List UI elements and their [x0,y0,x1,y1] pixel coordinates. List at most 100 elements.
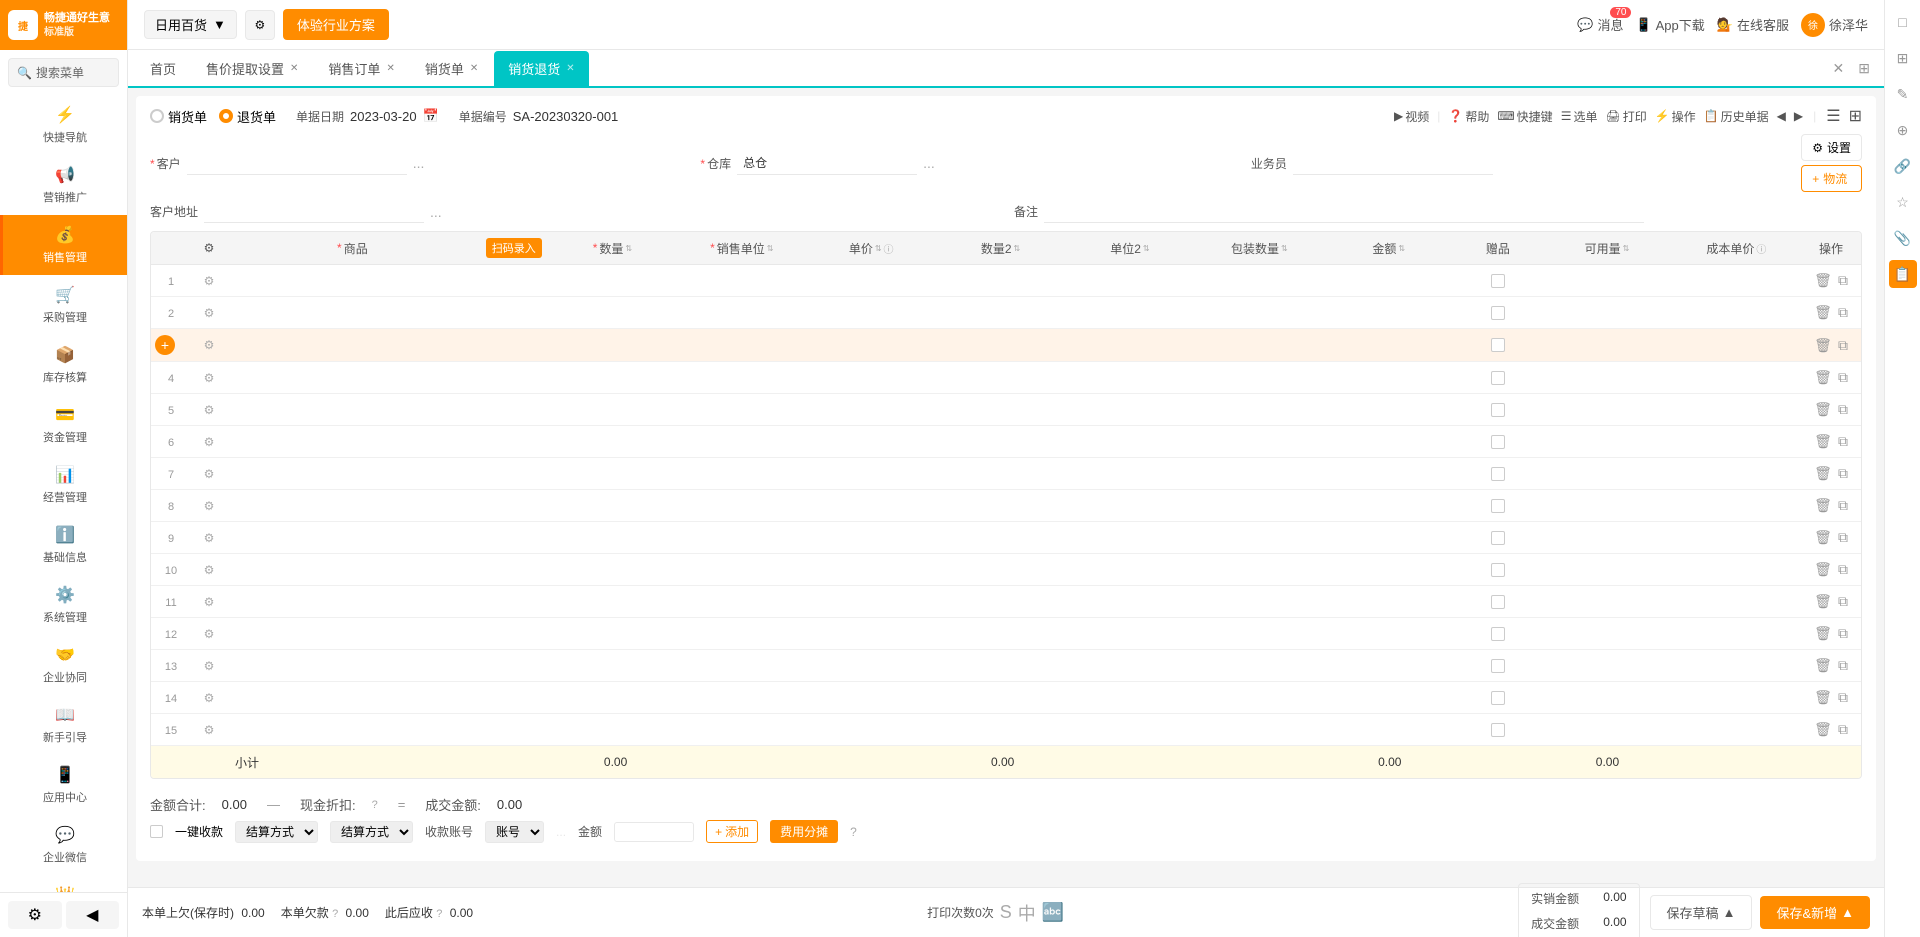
row-7-delete-icon[interactable]: 🗑 [1814,465,1832,482]
toolbar-settings-button[interactable]: ⚙ 设置 [1801,134,1862,161]
sidebar-item-system[interactable]: ⚙️ 系统管理 [0,575,127,635]
row-7-gift-checkbox[interactable] [1491,467,1505,481]
tab-close-price-settings[interactable]: ✕ [290,63,298,74]
sidebar-item-guide[interactable]: 📖 新手引导 [0,695,127,755]
price-help-icon[interactable]: ⓘ [884,241,894,256]
row-2-gift[interactable] [1453,300,1542,326]
tab-sales-return[interactable]: 销货退货 ✕ [494,51,588,86]
tab-sales-order[interactable]: 销售订单 ✕ [314,51,408,86]
row-1-unit[interactable] [677,266,806,296]
warehouse-input[interactable] [737,152,917,175]
row-1-product-input[interactable] [231,272,474,290]
sidebar-item-quick-nav[interactable]: ⚡ 快捷导航 [0,95,127,155]
row-1-unit2[interactable] [1065,266,1194,296]
row-6-delete-icon[interactable]: 🗑 [1814,433,1832,450]
sidebar-item-basic-info[interactable]: ℹ️ 基础信息 [0,515,127,575]
amount-sort-icon[interactable]: ⇅ [1398,244,1405,253]
sidebar-settings-btn[interactable]: ⚙ [8,901,62,929]
tab-home[interactable]: 首页 [136,51,190,86]
unit2-sort-icon[interactable]: ⇅ [1143,244,1150,253]
pack-sort-icon[interactable]: ⇅ [1281,244,1288,253]
row-5-delete-icon[interactable]: 🗑 [1814,401,1832,418]
row-8-gift-checkbox[interactable] [1491,499,1505,513]
row-2-unit[interactable] [677,307,806,319]
user-menu[interactable]: 徐 徐泽华 [1801,13,1868,37]
row-10-gift-checkbox[interactable] [1491,563,1505,577]
calendar-icon[interactable]: 📅 [423,108,439,124]
unit-sort-icon[interactable]: ⇅ [767,244,774,253]
sidebar-item-inventory[interactable]: 📦 库存核算 [0,335,127,395]
warehouse-select-btn[interactable]: ... [923,155,935,171]
row-3-unit2[interactable] [1065,339,1194,351]
remark-input[interactable] [1044,200,1644,223]
addr-select-btn[interactable]: ... [430,204,442,220]
row-1-delete-icon[interactable]: 🗑 [1814,272,1832,289]
view-list-btn[interactable]: ☰ [1826,106,1840,126]
sidebar-collapse-btn[interactable]: ◀ [66,901,120,929]
search-menu-button[interactable]: 🔍 搜索菜单 [8,58,119,87]
settle-method-select[interactable]: 结算方式 [235,821,318,843]
row-1-gift[interactable] [1453,268,1542,294]
history-btn[interactable]: 📋 历史单据 [1704,108,1769,125]
row-5-gift-checkbox[interactable] [1491,403,1505,417]
row-1-price-input[interactable] [811,272,932,290]
prev-record-btn[interactable]: ◀ [1777,109,1786,123]
price-sort-icon[interactable]: ⇅ [875,244,882,253]
row-2-copy-icon[interactable]: ⧉ [1838,304,1848,321]
rp-icon-8[interactable]: 📋 [1889,260,1917,288]
row-1-qty[interactable] [548,266,677,296]
row-9-copy-icon[interactable]: ⧉ [1838,529,1848,546]
row-3-delete-icon[interactable]: 🗑 [1814,337,1832,354]
row-1-pack[interactable] [1195,266,1324,296]
row-1-unit-input[interactable] [681,272,802,290]
row-6-gift-checkbox[interactable] [1491,435,1505,449]
help-bottom2-icon[interactable]: ? [436,908,442,920]
save-new-btn[interactable]: 保存&新增 ▲ [1760,896,1870,929]
customer-input[interactable] [187,152,407,175]
tab-close-sales-order[interactable]: ✕ [386,63,394,74]
salesperson-input[interactable] [1293,152,1493,175]
row-2-qty2[interactable] [936,307,1065,319]
sidebar-item-purchase[interactable]: 🛒 采购管理 [0,275,127,335]
rp-icon-7[interactable]: 📎 [1889,224,1917,252]
row-3-product[interactable] [227,330,478,360]
toolbar-logistics-button[interactable]: + 物流 [1801,165,1862,192]
row-15-gift-checkbox[interactable] [1491,723,1505,737]
row-2-gift-checkbox[interactable] [1491,306,1505,320]
row-2-product-input[interactable] [231,304,474,322]
row-13-copy-icon[interactable]: ⧉ [1838,657,1848,674]
rp-icon-1[interactable]: □ [1889,8,1917,36]
online-service-btn[interactable]: 💁 在线客服 [1717,15,1789,34]
row-3-qty[interactable] [548,339,677,351]
sidebar-item-app-center[interactable]: 📱 应用中心 [0,755,127,815]
row-10-copy-icon[interactable]: ⧉ [1838,561,1848,578]
row-3-product-input[interactable] [231,336,474,354]
sidebar-item-sales[interactable]: 💰 销售管理 [0,215,127,275]
col-header-gear[interactable]: ⚙ [191,235,227,261]
tab-close-all-btn[interactable]: ✕ [1827,60,1851,77]
next-record-btn[interactable]: ▶ [1794,109,1803,123]
sidebar-item-finance[interactable]: 💳 资金管理 [0,395,127,455]
row-8-delete-icon[interactable]: 🗑 [1814,497,1832,514]
row-2-unit2[interactable] [1065,307,1194,319]
row-2-delete-icon[interactable]: 🗑 [1814,304,1832,321]
row-1-qty2-input[interactable] [940,272,1061,290]
row-1-amount[interactable] [1324,266,1453,296]
row-3-unit[interactable] [677,339,806,351]
row-1-price[interactable] [807,266,936,296]
add-row-btn[interactable]: + [155,335,175,355]
account-select[interactable]: 账号 [485,821,544,843]
radio-invoice[interactable]: 销货单 [150,107,207,126]
row-4-delete-icon[interactable]: 🗑 [1814,369,1832,386]
row-1-qty-input[interactable] [552,272,673,290]
row-14-copy-icon[interactable]: ⧉ [1838,689,1848,706]
help-bottom-icon[interactable]: ? [332,908,338,920]
sidebar-item-vip[interactable]: 👑 畅会员 [0,875,127,892]
message-btn[interactable]: 💬 消息 70 [1577,15,1623,34]
rp-icon-4[interactable]: ⊕ [1889,116,1917,144]
operation-btn[interactable]: ⚡ 操作 [1655,108,1696,125]
settings-gear-btn[interactable]: ⚙ [245,10,275,40]
save-draft-btn[interactable]: 保存草稿 ▲ [1650,895,1753,930]
calc-method-select[interactable]: 结算方式 [330,821,413,843]
row-2-product[interactable] [227,298,478,328]
